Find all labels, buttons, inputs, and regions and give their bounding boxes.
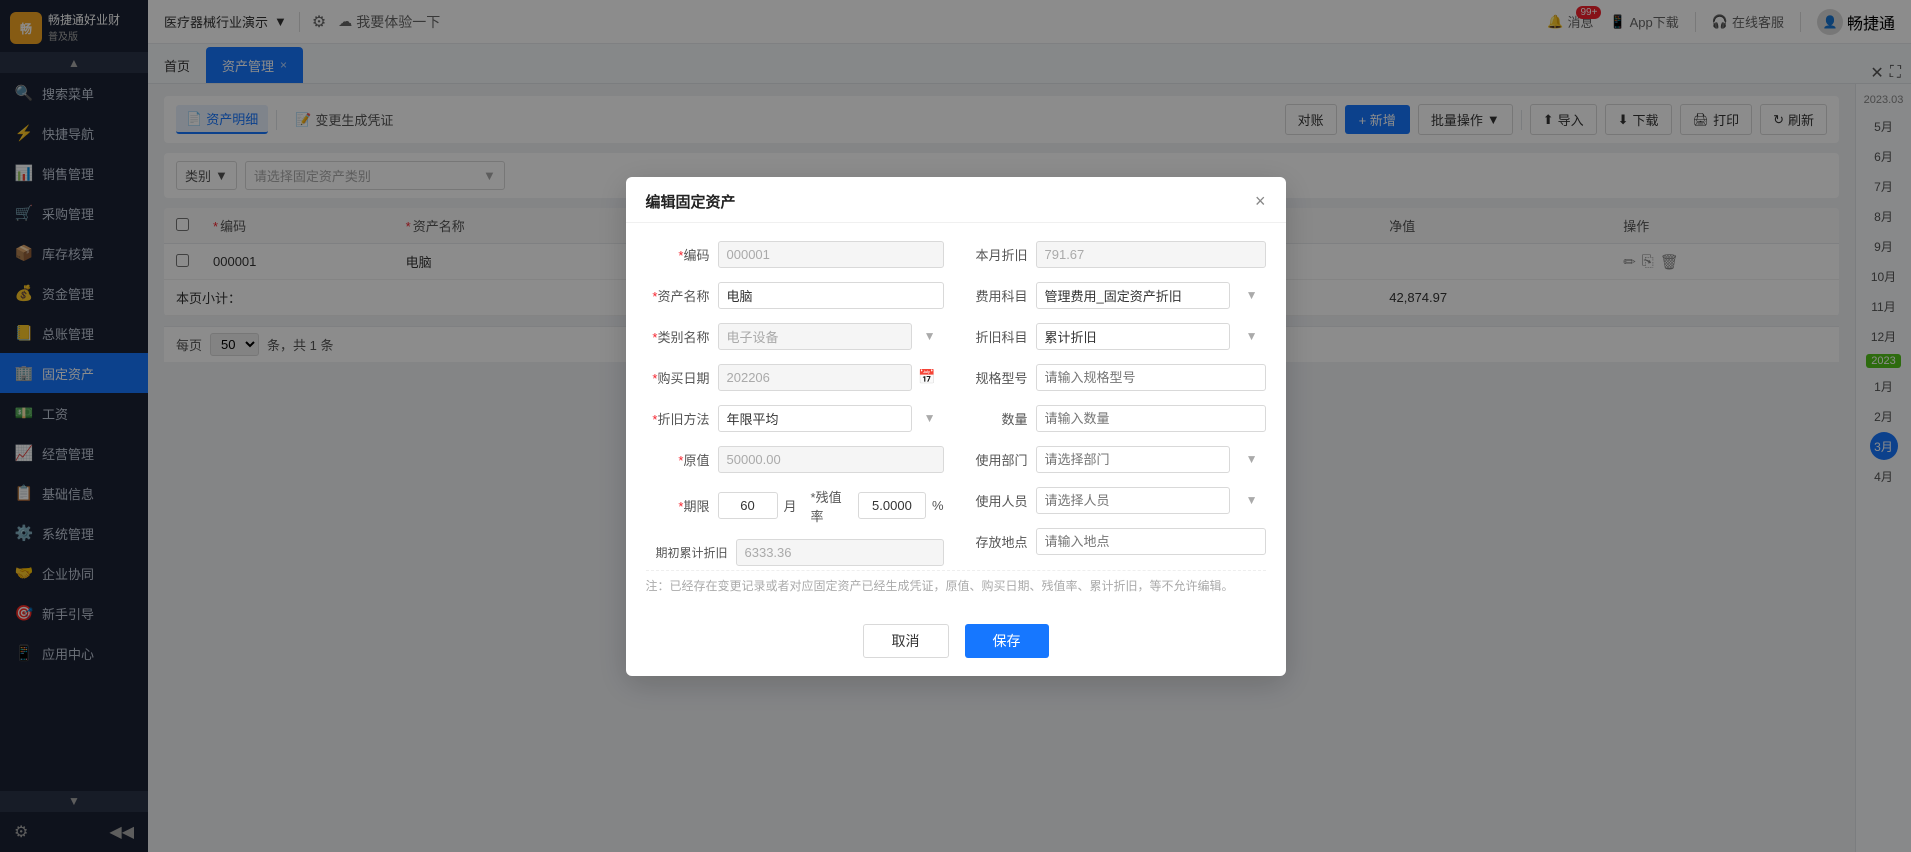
- form-row-category: *类别名称 ▼: [646, 323, 944, 350]
- initial-depr-input[interactable]: [736, 539, 944, 566]
- original-value-input[interactable]: [718, 446, 944, 473]
- edit-asset-modal: 编辑固定资产 × *编码 *资产名称: [626, 177, 1286, 676]
- monthly-depr-input: [1036, 241, 1266, 268]
- form-row-initial-depr: 期初累计折旧: [646, 539, 944, 566]
- form-row-original-value: *原值: [646, 446, 944, 473]
- depr-method-input[interactable]: [718, 405, 912, 432]
- monthly-depr-label: 本月折旧: [968, 245, 1036, 264]
- form-row-purchase-date: *购买日期 📅: [646, 364, 944, 391]
- form-row-person: 使用人员 ▼: [968, 487, 1266, 514]
- purchase-date-label: *购买日期: [646, 368, 718, 387]
- category-select-wrap: ▼: [718, 323, 944, 350]
- residual-rate-label: *残值率: [811, 487, 852, 525]
- category-label: *类别名称: [646, 327, 718, 346]
- dept-select-wrap: ▼: [1036, 446, 1266, 473]
- form-row-period: *期限 月 *残值率 %: [646, 487, 944, 525]
- form-row-spec: 规格型号: [968, 364, 1266, 391]
- form-row-name: *资产名称: [646, 282, 944, 309]
- form-row-monthly-depr: 本月折旧: [968, 241, 1266, 268]
- location-input[interactable]: [1036, 528, 1266, 555]
- spec-label: 规格型号: [968, 368, 1036, 387]
- expense-subject-label: 费用科目: [968, 286, 1036, 305]
- category-dropdown-icon: ▼: [924, 329, 936, 343]
- purchase-date-input[interactable]: [718, 364, 912, 391]
- modal-form: *编码 *资产名称 *类别名称 ▼: [646, 241, 1266, 566]
- original-value-label: *原值: [646, 450, 718, 469]
- modal-header: 编辑固定资产 ×: [626, 177, 1286, 223]
- form-row-quantity: 数量: [968, 405, 1266, 432]
- dept-input[interactable]: [1036, 446, 1230, 473]
- dept-dropdown: ▼: [1246, 452, 1258, 466]
- period-inline: 月 *残值率 %: [718, 487, 944, 525]
- expense-subject-input[interactable]: [1036, 282, 1230, 309]
- person-select-wrap: ▼: [1036, 487, 1266, 514]
- quantity-input[interactable]: [1036, 405, 1266, 432]
- expense-subject-dropdown: ▼: [1246, 288, 1258, 302]
- category-input[interactable]: [718, 323, 912, 350]
- modal-close-btn[interactable]: ×: [1255, 191, 1266, 212]
- depr-subject-input[interactable]: [1036, 323, 1230, 350]
- purchase-date-wrap: 📅: [718, 364, 944, 391]
- person-label: 使用人员: [968, 491, 1036, 510]
- initial-depr-label: 期初累计折旧: [646, 544, 736, 561]
- spec-input[interactable]: [1036, 364, 1266, 391]
- person-input[interactable]: [1036, 487, 1230, 514]
- form-row-depr-method: *折旧方法 ▼: [646, 405, 944, 432]
- modal-right-col: 本月折旧 费用科目 ▼ 折旧科目: [968, 241, 1266, 566]
- form-row-location: 存放地点: [968, 528, 1266, 555]
- modal-body: *编码 *资产名称 *类别名称 ▼: [626, 223, 1286, 614]
- cancel-btn[interactable]: 取消: [863, 624, 949, 658]
- form-row-depr-subject: 折旧科目 ▼: [968, 323, 1266, 350]
- modal-note: 注：已经存在变更记录或者对应固定资产已经生成凭证，原值、购买日期、残值率、累计折…: [646, 570, 1266, 604]
- depr-subject-wrap: ▼: [1036, 323, 1266, 350]
- depr-subject-dropdown: ▼: [1246, 329, 1258, 343]
- modal-left-col: *编码 *资产名称 *类别名称 ▼: [646, 241, 944, 566]
- calendar-icon[interactable]: 📅: [918, 369, 935, 386]
- person-dropdown: ▼: [1246, 493, 1258, 507]
- quantity-label: 数量: [968, 409, 1036, 428]
- code-input[interactable]: [718, 241, 944, 268]
- name-input[interactable]: [718, 282, 944, 309]
- modal-title: 编辑固定资产: [646, 191, 736, 212]
- name-label: *资产名称: [646, 286, 718, 305]
- modal-footer: 取消 保存: [626, 614, 1286, 676]
- depr-method-dropdown-icon: ▼: [924, 411, 936, 425]
- period-input[interactable]: [718, 492, 778, 519]
- depr-subject-label: 折旧科目: [968, 327, 1036, 346]
- residual-rate-unit: %: [932, 498, 944, 513]
- modal-col-divider: [944, 241, 968, 566]
- residual-rate-input[interactable]: [858, 492, 926, 519]
- expense-subject-wrap: ▼: [1036, 282, 1266, 309]
- depr-method-select-wrap: ▼: [718, 405, 944, 432]
- period-label: *期限: [646, 496, 718, 515]
- form-row-expense-subject: 费用科目 ▼: [968, 282, 1266, 309]
- form-row-dept: 使用部门 ▼: [968, 446, 1266, 473]
- location-label: 存放地点: [968, 532, 1036, 551]
- save-btn[interactable]: 保存: [965, 624, 1049, 658]
- form-row-code: *编码: [646, 241, 944, 268]
- depr-method-label: *折旧方法: [646, 409, 718, 428]
- code-label: *编码: [646, 245, 718, 264]
- modal-overlay: 编辑固定资产 × *编码 *资产名称: [0, 0, 1911, 852]
- dept-label: 使用部门: [968, 450, 1036, 469]
- period-unit: 月: [784, 496, 797, 515]
